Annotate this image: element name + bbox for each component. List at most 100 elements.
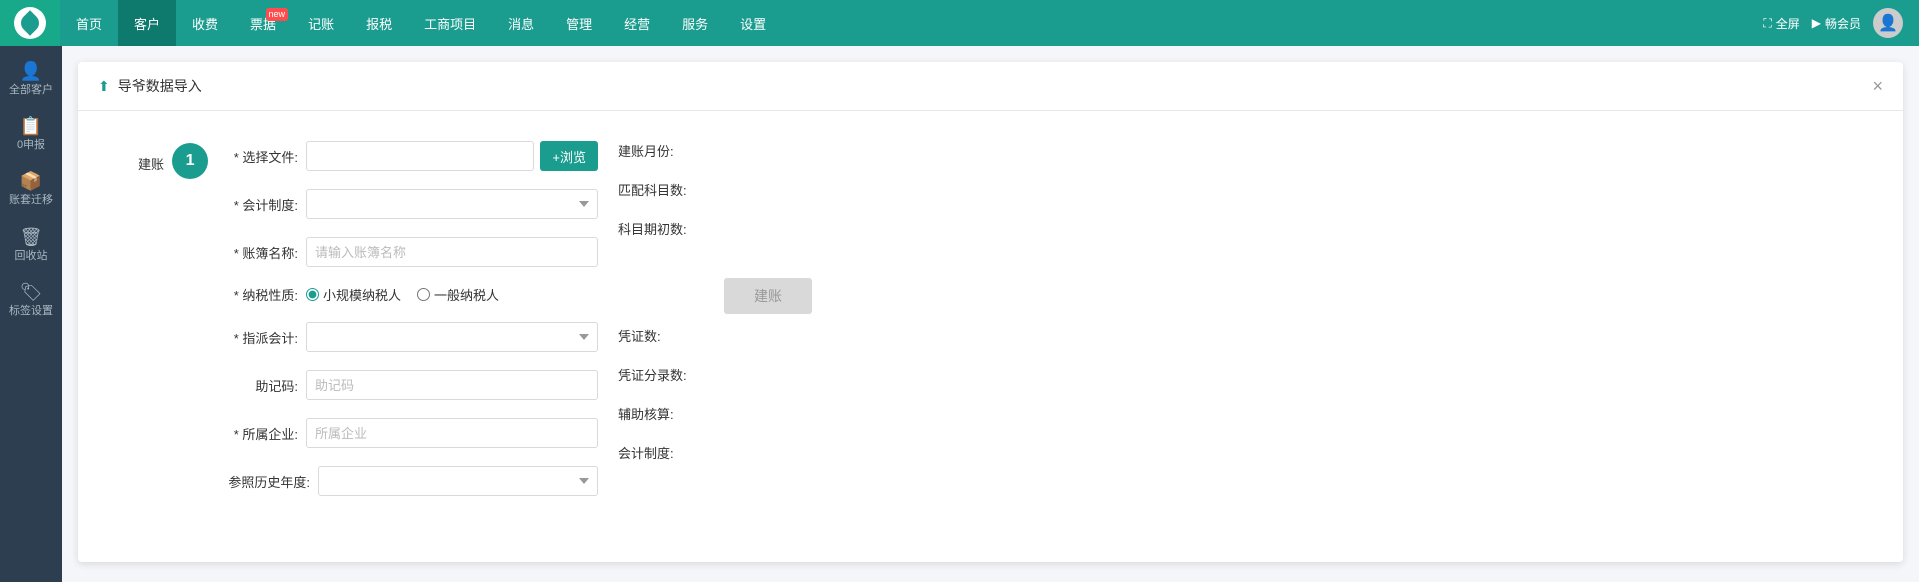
nav-item-manage[interactable]: 管理 [550,0,608,46]
top-nav: 首页 客户 收费 票据new 记账 报税 工商项目 消息 管理 经营 服务 设置… [0,0,1919,46]
avatar-icon: 👤 [1878,13,1898,33]
file-input[interactable] [306,141,534,171]
radio-small-scale-label: 小规模纳税人 [323,285,401,304]
nav-item-message[interactable]: 消息 [492,0,550,46]
step-circle: 1 [172,143,208,179]
migration-icon: 📦 [20,172,42,190]
memo-input-wrapper [306,370,598,400]
right-match-label: 匹配科目数: [618,180,687,199]
nav-item-tax[interactable]: 报税 [350,0,408,46]
sidebar-item-label-customers: 全部客户 [9,84,53,97]
nav-item-invoice[interactable]: 票据new [234,0,292,46]
right-row-aux: 辅助核算: [618,404,918,423]
sidebar-item-migration[interactable]: 📦 账套迁移 [0,164,62,215]
step-number: 1 [186,152,195,170]
history-select-wrapper [318,466,598,496]
accounting-label: * 会计制度: [228,195,306,214]
dialog-title: ⬆ 导爷数据导入 [98,76,202,96]
sidebar-item-label-migration: 账套迁移 [9,194,53,207]
form-row-accounting: * 会计制度: [228,189,598,219]
sidebar-item-tags[interactable]: 🏷 标签设置 [0,275,62,326]
form-row-memo: 助记码: [228,370,598,400]
nav-item-fee[interactable]: 收费 [176,0,234,46]
right-row-voucher: 凭证数: [618,326,918,345]
sidebar-item-recycle[interactable]: 🗑 回收站 [0,220,62,271]
logo-icon [14,7,46,39]
memo-input[interactable] [306,370,598,400]
right-accounting-system-label: 会计制度: [618,443,674,462]
accountant-select[interactable] [306,322,598,352]
vip-icon: ▶ [1812,16,1821,30]
build-account-button[interactable]: 建账 [724,278,812,314]
ledger-name-input[interactable] [306,237,598,267]
nav-item-bookkeeping[interactable]: 记账 [292,0,350,46]
accountant-label: * 指派会计: [228,328,306,347]
right-row-period: 科目期初数: [618,219,918,238]
avatar[interactable]: 👤 [1873,8,1903,38]
company-input-wrapper [306,418,598,448]
fullscreen-btn[interactable]: ⛶ 全屏 [1763,15,1799,32]
sidebar-item-all-customers[interactable]: 👤 全部客户 [0,54,62,105]
logo-leaf [17,10,42,35]
recycle-icon: 🗑 [20,228,43,246]
vip-btn[interactable]: ▶ 畅会员 [1812,15,1861,32]
right-voucher-records-label: 凭证分录数: [618,365,687,384]
sidebar: 👤 全部客户 📋 0申报 📦 账套迁移 🗑 回收站 🏷 标签设置 [0,46,62,582]
nav-right: ⛶ 全屏 ▶ 畅会员 👤 [1763,8,1919,38]
vip-label: 畅会员 [1825,15,1861,32]
nav-items: 首页 客户 收费 票据new 记账 报税 工商项目 消息 管理 经营 服务 设置 [60,0,1763,46]
nav-item-service[interactable]: 服务 [666,0,724,46]
form-row-accountant: * 指派会计: [228,322,598,352]
form-body: 建账 1 * 选择文件: [78,111,1903,534]
company-input[interactable] [306,418,598,448]
nav-item-settings[interactable]: 设置 [724,0,782,46]
company-label: * 所属企业: [228,424,306,443]
right-aux-label: 辅助核算: [618,404,674,423]
radio-small-scale[interactable]: 小规模纳税人 [306,285,401,304]
file-input-group: +浏览 [306,141,598,171]
form-col-right: 建账月份: 匹配科目数: 科目期初数: 建账 凭证数: 凭证 [618,141,918,514]
form-row-file: * 选择文件: +浏览 [228,141,598,171]
new-badge: new [266,8,289,21]
all-customers-icon: 👤 [20,62,42,80]
history-select[interactable] [318,466,598,496]
fullscreen-label: 全屏 [1776,15,1800,32]
import-icon: ⬆ [98,78,110,95]
form-row-tax: * 纳税性质: 小规模纳税人 一般纳税人 [228,285,598,304]
right-voucher-label: 凭证数: [618,326,661,345]
nav-item-business[interactable]: 工商项目 [408,0,492,46]
form-row-company: * 所属企业: [228,418,598,448]
accounting-select-wrapper [306,189,598,219]
dialog-wrapper: ⬆ 导爷数据导入 × 建账 1 [78,62,1903,562]
radio-small-scale-input[interactable] [306,288,319,301]
form-col-left: * 选择文件: +浏览 * 会计制度: [228,141,598,514]
form-row-history: 参照历史年度: [228,466,598,496]
right-row-match: 匹配科目数: [618,180,918,199]
radio-general-input[interactable] [417,288,430,301]
dialog-header: ⬆ 导爷数据导入 × [78,62,1903,111]
form-row-ledger: * 账簿名称: [228,237,598,267]
right-row-voucher-records: 凭证分录数: [618,365,918,384]
nav-item-operation[interactable]: 经营 [608,0,666,46]
nav-item-customer[interactable]: 客户 [118,0,176,46]
sidebar-item-label-declaration: 0申报 [17,139,45,152]
layout: 👤 全部客户 📋 0申报 📦 账套迁移 🗑 回收站 🏷 标签设置 ⬆ 导爷数 [0,46,1919,582]
step-label: 建账 [138,154,164,173]
tax-label: * 纳税性质: [228,285,306,304]
right-row-accounting-system: 会计制度: [618,443,918,462]
declaration-icon: 📋 [20,117,42,135]
nav-item-home[interactable]: 首页 [60,0,118,46]
main-content: ⬆ 导爷数据导入 × 建账 1 [62,46,1919,582]
tax-radio-group: 小规模纳税人 一般纳税人 [306,285,598,304]
history-label: 参照历史年度: [228,472,318,491]
right-month-label: 建账月份: [618,141,674,160]
close-button[interactable]: × [1872,77,1883,95]
browse-button[interactable]: +浏览 [540,141,598,171]
right-row-month: 建账月份: [618,141,918,160]
fullscreen-icon: ⛶ [1763,16,1771,31]
accounting-select[interactable] [306,189,598,219]
accountant-select-wrapper [306,322,598,352]
radio-general[interactable]: 一般纳税人 [417,285,499,304]
sidebar-item-declaration[interactable]: 📋 0申报 [0,109,62,160]
logo [0,0,60,46]
